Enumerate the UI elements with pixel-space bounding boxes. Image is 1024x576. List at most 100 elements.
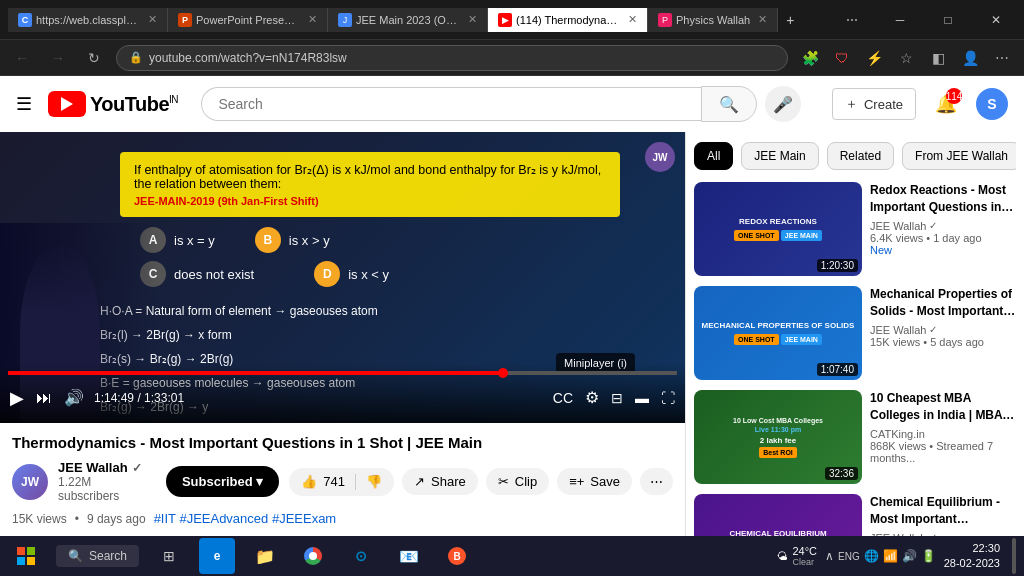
window-settings-icon[interactable]: ⋯ (832, 0, 872, 40)
video-player: If enthalpy of atomisation for Br₂(Δ) is… (0, 132, 685, 423)
tabs-container: C https://web.classplusapp.com/h... ✕ P … (8, 8, 802, 32)
verified-icon-2: ✓ (929, 324, 937, 335)
clip-button[interactable]: ✂ Clip (486, 468, 549, 495)
windows-search[interactable]: 🔍 Search (56, 545, 139, 567)
clip-label: Clip (515, 474, 537, 489)
temperature: 24°C (792, 545, 817, 557)
filter-from-jee[interactable]: From JEE Wallah (902, 142, 1016, 170)
create-label: Create (864, 97, 903, 112)
thumb-bg-4: CHEMICAL EQUILIBRIUM ONE SHOT JEE MAIN (694, 494, 862, 536)
mic-button[interactable]: 🎤 (765, 86, 801, 122)
security-icon[interactable]: 🛡 (828, 44, 856, 72)
like-button[interactable]: 👍 741 👎 (289, 468, 394, 496)
rec-item-2[interactable]: MECHANICAL PROPERTIES OF SOLIDS ONE SHOT… (694, 286, 1016, 380)
volume-icon[interactable]: 🔊 (902, 549, 917, 563)
channel-name[interactable]: JEE Wallah ✓ (58, 460, 156, 475)
network-icon[interactable]: 🌐 (864, 549, 879, 563)
filter-related[interactable]: Related (827, 142, 894, 170)
filter-all[interactable]: All (694, 142, 733, 170)
search-input[interactable] (201, 87, 701, 121)
fullscreen-button[interactable]: ⛶ (659, 388, 677, 408)
tab-youtube-active[interactable]: ▶ (114) Thermodynamics - Mo... ✕ (488, 8, 648, 32)
progress-bar[interactable] (8, 371, 677, 375)
rec-new-badge-1: New (870, 244, 1016, 256)
tab-physics-wallah[interactable]: P Physics Wallah ✕ (648, 8, 778, 32)
weather-info: 24°C Clear (792, 545, 817, 567)
tab-close-icon[interactable]: ✕ (628, 13, 637, 26)
minimize-button[interactable]: ─ (880, 0, 920, 40)
start-button[interactable] (8, 538, 44, 574)
controls-row: ▶ ⏭ 🔊 1:14:49 / 1:33:01 CC ⚙ ⊟ (8, 381, 677, 415)
user-avatar[interactable]: S (976, 88, 1008, 120)
favorites-icon[interactable]: ☆ (892, 44, 920, 72)
svg-rect-2 (17, 557, 25, 565)
settings-button[interactable]: ⚙ (583, 386, 601, 409)
profile-icon[interactable]: 👤 (956, 44, 984, 72)
share-button[interactable]: ↗ Share (402, 468, 478, 495)
explorer-icon[interactable]: 📁 (247, 538, 283, 574)
task-view-button[interactable]: ⊞ (151, 538, 187, 574)
share-label: Share (431, 474, 466, 489)
clock-time: 22:30 (944, 541, 1000, 556)
tab-jee[interactable]: J JEE Main 2023 (Online) 1st Febr... ✕ (328, 8, 488, 32)
battery-icon[interactable]: 🔋 (921, 549, 936, 563)
more-options-button[interactable]: ⋯ (640, 468, 673, 495)
dell-letter: ⊙ (355, 548, 367, 564)
system-clock[interactable]: 22:30 28-02-2023 (944, 541, 1000, 572)
miniplayer-ctrl-button[interactable]: ⊟ (609, 388, 625, 408)
channel-subs: 1.22M subscribers (58, 475, 156, 503)
save-button[interactable]: ≡+ Save (557, 468, 632, 495)
filter-jee-main[interactable]: JEE Main (741, 142, 818, 170)
notifications-button[interactable]: 🔔 114 (928, 86, 964, 122)
url-bar[interactable]: 🔒 youtube.com/watch?v=nN174R83lsw (116, 45, 788, 71)
option-b-circle: B (255, 227, 281, 253)
verified-icon-4: ✓ (929, 532, 937, 536)
rec-item-4[interactable]: CHEMICAL EQUILIBRIUM ONE SHOT JEE MAIN 1… (694, 494, 1016, 536)
chevron-icon[interactable]: ∧ (825, 549, 834, 563)
tab-close-icon[interactable]: ✕ (758, 13, 767, 26)
mute-button[interactable]: 🔊 (62, 386, 86, 409)
theater-mode-button[interactable]: ▬ (633, 388, 651, 408)
forward-button[interactable]: → (44, 44, 72, 72)
skip-button[interactable]: ⏭ (34, 387, 54, 409)
refresh-button[interactable]: ↻ (80, 44, 108, 72)
add-tab-button[interactable]: + (778, 8, 802, 32)
wifi-icon[interactable]: 📶 (883, 549, 898, 563)
dell-icon[interactable]: ⊙ (343, 538, 379, 574)
search-button[interactable]: 🔍 (701, 86, 757, 122)
keyboard-icon[interactable]: ENG (838, 551, 860, 562)
youtube-app: ☰ YouTubeIN 🔍 🎤 ＋ Create 🔔 114 S (0, 76, 1024, 536)
svg-rect-3 (27, 557, 35, 565)
browser-icon[interactable]: ⚡ (860, 44, 888, 72)
edge-icon[interactable]: e (199, 538, 235, 574)
play-button[interactable]: ▶ (8, 385, 26, 411)
rec-item-3[interactable]: 10 Low Cost MBA Colleges Live 11:30 pm 2… (694, 390, 1016, 484)
subscribe-button[interactable]: Subscribed ▾ (166, 466, 279, 497)
tab-close-icon[interactable]: ✕ (148, 13, 157, 26)
tab-powerpoint[interactable]: P PowerPoint Presentation ✕ (168, 8, 328, 32)
subtitles-button[interactable]: CC (551, 388, 575, 408)
tab-close-icon[interactable]: ✕ (468, 13, 477, 26)
rec-info-1: Redox Reactions - Most Important Questio… (870, 182, 1016, 276)
rec-item-1[interactable]: REDOX REACTIONS ONE SHOT JEE MAIN 1:20:3… (694, 182, 1016, 276)
more-icon[interactable]: ⋯ (988, 44, 1016, 72)
hamburger-menu[interactable]: ☰ (16, 93, 32, 115)
show-desktop-button[interactable] (1012, 538, 1016, 574)
controls-right: CC ⚙ ⊟ ▬ ⛶ (551, 386, 677, 409)
tab-classplus[interactable]: C https://web.classplusapp.com/h... ✕ (8, 8, 168, 32)
close-button[interactable]: ✕ (976, 0, 1016, 40)
chrome-taskbar-icon[interactable] (295, 538, 331, 574)
back-button[interactable]: ← (8, 44, 36, 72)
create-button[interactable]: ＋ Create (832, 88, 916, 120)
maximize-button[interactable]: □ (928, 0, 968, 40)
sidebar-toggle[interactable]: ◧ (924, 44, 952, 72)
thumbup-icon: 👍 (301, 474, 317, 489)
brave-icon[interactable]: B (439, 538, 475, 574)
email-icon[interactable]: 📧 (391, 538, 427, 574)
channel-avatar: JW (12, 464, 48, 500)
youtube-logo[interactable]: YouTubeIN (48, 91, 178, 117)
extensions-icon[interactable]: 🧩 (796, 44, 824, 72)
tab-close-icon[interactable]: ✕ (308, 13, 317, 26)
question-box: If enthalpy of atomisation for Br₂(Δ) is… (120, 152, 620, 217)
action-buttons: 👍 741 👎 ↗ Share ✂ Clip (289, 468, 673, 496)
